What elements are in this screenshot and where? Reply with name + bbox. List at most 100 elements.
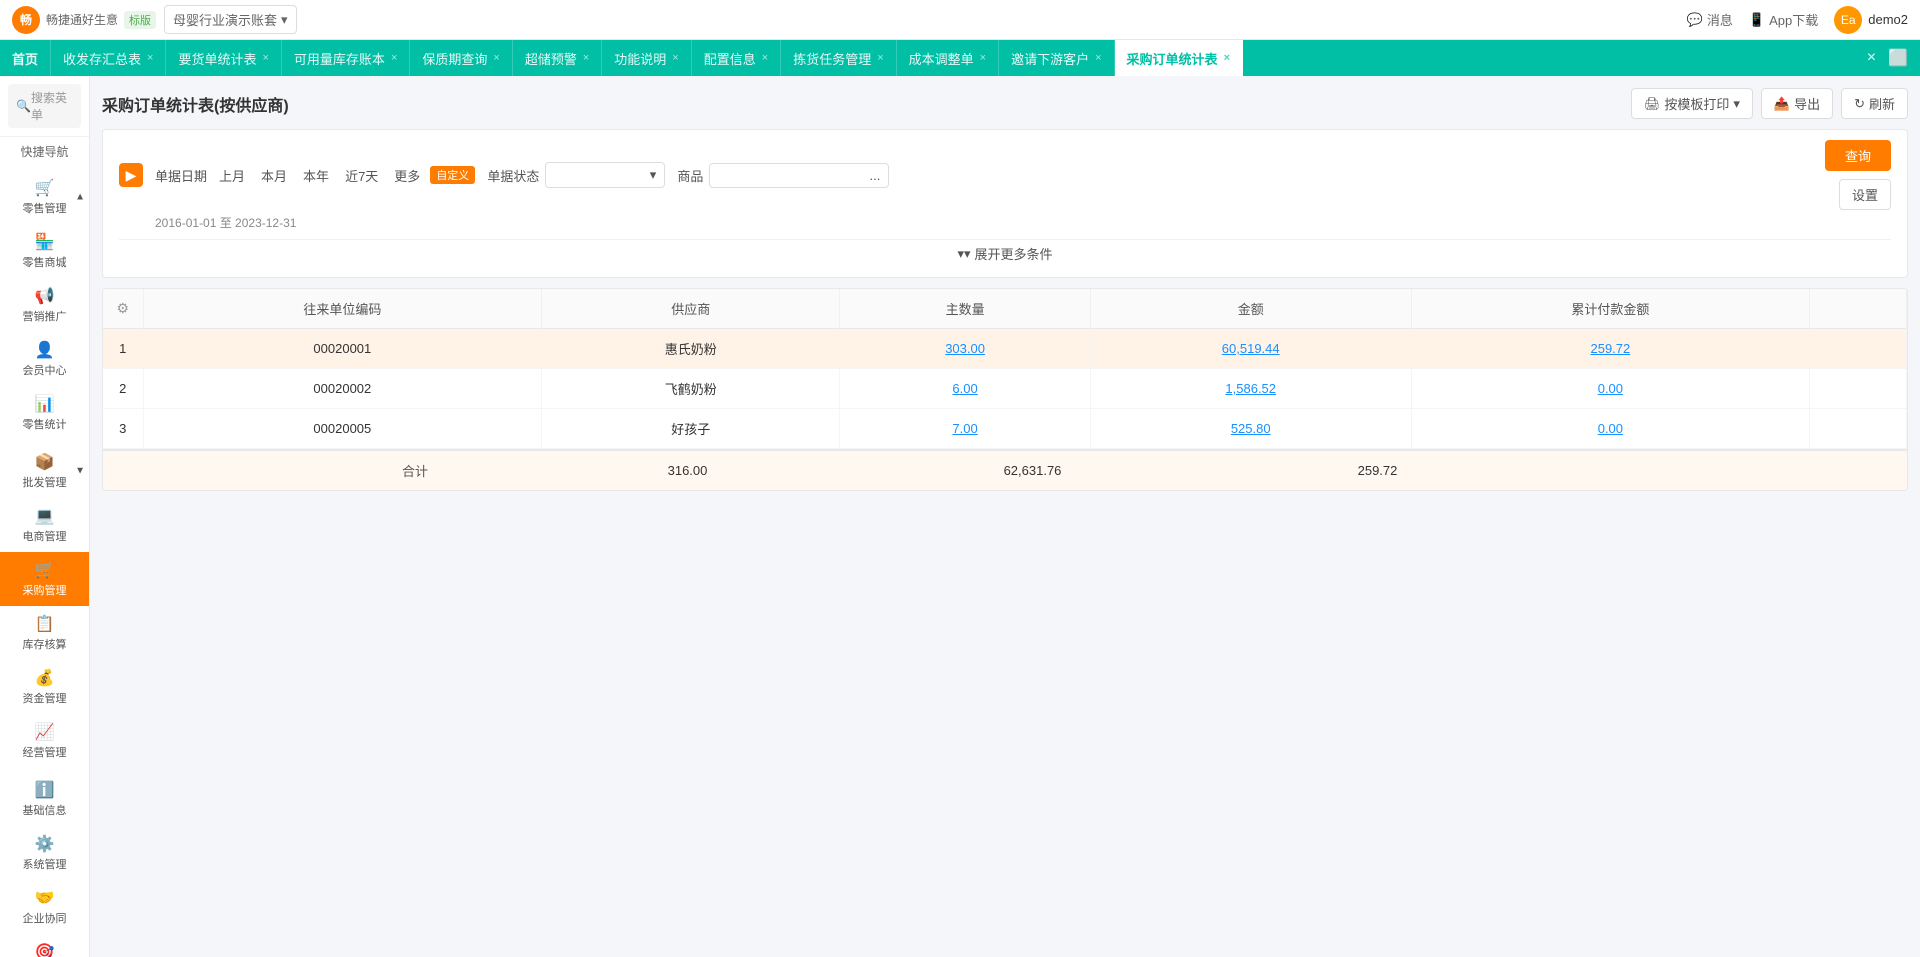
tab-purchase-summary[interactable]: 采购订单统计表 × — [1115, 40, 1243, 76]
sidebar-item-enterprise[interactable]: 🤝 企业协同 — [0, 880, 89, 934]
filter-goods-group: 商品 ... — [677, 163, 889, 188]
tab-receive-summary-label: 收发存汇总表 — [63, 49, 141, 68]
sidebar-item-inventory[interactable]: 📋 库存核算 — [0, 606, 89, 660]
settings-button[interactable]: 设置 — [1839, 179, 1891, 210]
refresh-button[interactable]: ↻ 刷新 — [1841, 88, 1908, 119]
row1-quantity: 303.00 — [840, 329, 1091, 369]
tab-receive-summary-close[interactable]: × — [147, 52, 153, 64]
search-label: 搜索英单 — [31, 89, 73, 123]
sidebar-item-ecommerce[interactable]: 💻 电商管理 — [0, 498, 89, 552]
sidebar-item-marketing[interactable]: 📢 营销推广 — [0, 278, 89, 332]
sidebar-item-newcomer[interactable]: 🎯 新手引导 — [0, 934, 89, 957]
settings-col-icon[interactable]: ⚙ — [116, 300, 129, 316]
row3-code: 00020005 — [143, 409, 542, 449]
sidebar-item-finance[interactable]: 💰 资金管理 — [0, 660, 89, 714]
sidebar-item-system[interactable]: ⚙️ 系统管理 — [0, 826, 89, 880]
date-filter-label: 单据日期 — [155, 166, 207, 185]
th-quantity: 主数量 — [840, 289, 1091, 329]
tab-cost-adjust[interactable]: 成本调整单 × — [897, 40, 999, 76]
print-dropdown-icon: ▾ — [1733, 96, 1740, 112]
status-select[interactable]: ▾ — [545, 162, 665, 188]
search-box[interactable]: 🔍 搜索英单 — [8, 84, 81, 128]
tab-invite-downstream[interactable]: 邀请下游客户 × — [999, 40, 1114, 76]
sidebar-item-member[interactable]: 👤 会员中心 — [0, 332, 89, 386]
tab-picking-tasks[interactable]: 拣货任务管理 × — [781, 40, 896, 76]
sidebar-item-basic-info[interactable]: ℹ️ 基础信息 — [0, 772, 89, 826]
table-row[interactable]: 1 00020001 惠氏奶粉 303.00 60,519.44 259.72 — [103, 329, 1907, 369]
tab-invite-downstream-label: 邀请下游客户 — [1011, 49, 1089, 68]
retail-icon: 🛒 — [35, 178, 55, 198]
tab-feature-notes[interactable]: 功能说明 × — [602, 40, 691, 76]
filter-expand-btn[interactable]: ▶ — [119, 163, 143, 187]
status-filter-label: 单据状态 — [487, 166, 539, 185]
row3-no: 3 — [103, 409, 143, 449]
goods-input[interactable]: ... — [709, 163, 889, 188]
tab-cost-adjust-close[interactable]: × — [980, 52, 986, 64]
sidebar-item-retail-stats[interactable]: 📊 零售统计 — [0, 386, 89, 440]
marketing-label: 营销推广 — [23, 308, 67, 324]
sidebar-item-retail-mall[interactable]: 🏪 零售商城 — [0, 224, 89, 278]
tab-usable-stock-close[interactable]: × — [391, 52, 397, 64]
tab-order-summary-close[interactable]: × — [262, 52, 268, 64]
row1-paid: 259.72 — [1411, 329, 1810, 369]
export-button[interactable]: 📤 导出 — [1761, 88, 1833, 119]
row1-code: 00020001 — [143, 329, 542, 369]
header-actions: 🖨 按模板打印 ▾ 📤 导出 ↻ 刷新 — [1631, 88, 1908, 119]
custom-tag[interactable]: 自定义 — [430, 166, 475, 184]
enterprise-icon: 🤝 — [35, 888, 55, 908]
tab-expiry-query-close[interactable]: × — [493, 52, 499, 64]
tab-receive-summary[interactable]: 收发存汇总表 × — [51, 40, 166, 76]
table-row[interactable]: 2 00020002 飞鹤奶粉 6.00 1,586.52 0.00 — [103, 369, 1907, 409]
th-amount: 金额 — [1090, 289, 1411, 329]
tab-home[interactable]: 首页 — [0, 40, 51, 76]
tab-expiry-query[interactable]: 保质期查询 × — [410, 40, 512, 76]
tab-overstock-warning[interactable]: 超储预警 × — [513, 40, 602, 76]
app-download-label: App下载 — [1769, 10, 1818, 29]
tab-invite-downstream-close[interactable]: × — [1095, 52, 1101, 64]
tab-config-info-close[interactable]: × — [762, 52, 768, 64]
message-btn[interactable]: 💬 消息 — [1687, 10, 1733, 29]
sidebar-item-retail[interactable]: 🛒 零售管理 ▲ — [0, 170, 89, 224]
table-row[interactable]: 3 00020005 好孩子 7.00 525.80 0.00 — [103, 409, 1907, 449]
tab-usable-stock[interactable]: 可用量库存账本 × — [282, 40, 410, 76]
enterprise-label: 企业协同 — [23, 910, 67, 926]
tab-cost-adjust-label: 成本调整单 — [909, 49, 974, 68]
retail-mall-label: 零售商城 — [23, 254, 67, 270]
sidebar-item-wholesale[interactable]: 📦 批发管理 ▼ — [0, 444, 89, 498]
sidebar-search[interactable]: 🔍 搜索英单 — [0, 76, 89, 137]
date-opt-7days[interactable]: 近7天 — [339, 164, 384, 187]
sidebar-item-operations[interactable]: 📈 经营管理 — [0, 714, 89, 768]
label-tag: 标版 — [124, 11, 156, 29]
finance-icon: 💰 — [35, 668, 55, 688]
top-bar-left: 畅 畅捷通好生意 标版 母婴行业演示账套 ▾ — [12, 5, 297, 34]
date-opt-this-year[interactable]: 本年 — [297, 164, 335, 187]
sidebar-nav-label[interactable]: 快捷导航 — [0, 137, 89, 166]
org-selector[interactable]: 母婴行业演示账套 ▾ — [164, 5, 297, 34]
user-area[interactable]: Ea demo2 — [1834, 6, 1908, 34]
tab-expiry-query-label: 保质期查询 — [422, 49, 487, 68]
print-button[interactable]: 🖨 按模板打印 ▾ — [1631, 88, 1753, 119]
nav-close-btn[interactable]: × — [1863, 47, 1880, 69]
tab-feature-notes-label: 功能说明 — [614, 49, 666, 68]
filter-row: ▶ 单据日期 上月 本月 本年 近7天 更多 自定义 单据状态 — [119, 140, 1891, 210]
basic-info-icon: ℹ️ — [35, 780, 55, 800]
tab-picking-tasks-close[interactable]: × — [877, 52, 883, 64]
query-button[interactable]: 查询 — [1825, 140, 1891, 171]
tab-order-summary[interactable]: 要货单统计表 × — [166, 40, 281, 76]
tab-config-info[interactable]: 配置信息 × — [692, 40, 781, 76]
tab-home-label: 首页 — [12, 49, 38, 68]
tab-overstock-warning-close[interactable]: × — [583, 52, 589, 64]
main-layout: 🔍 搜索英单 快捷导航 🛒 零售管理 ▲ 🏪 零售商城 📢 营销推广 👤 会员中… — [0, 76, 1920, 957]
date-opt-more[interactable]: 更多 — [388, 164, 426, 187]
sidebar-item-purchase[interactable]: 🛒 采购管理 — [0, 552, 89, 606]
tab-order-summary-label: 要货单统计表 — [178, 49, 256, 68]
message-icon: 💬 — [1687, 12, 1703, 28]
date-opt-prev-month[interactable]: 上月 — [213, 164, 251, 187]
row2-code: 00020002 — [143, 369, 542, 409]
tab-feature-notes-close[interactable]: × — [672, 52, 678, 64]
tab-purchase-summary-close[interactable]: × — [1224, 52, 1230, 64]
date-opt-this-month[interactable]: 本月 — [255, 164, 293, 187]
app-download-btn[interactable]: 📱 App下载 — [1749, 10, 1818, 29]
nav-restore-btn[interactable]: ⬜ — [1884, 46, 1912, 70]
expand-more-btn[interactable]: ▾▾ 展开更多条件 — [119, 239, 1891, 267]
